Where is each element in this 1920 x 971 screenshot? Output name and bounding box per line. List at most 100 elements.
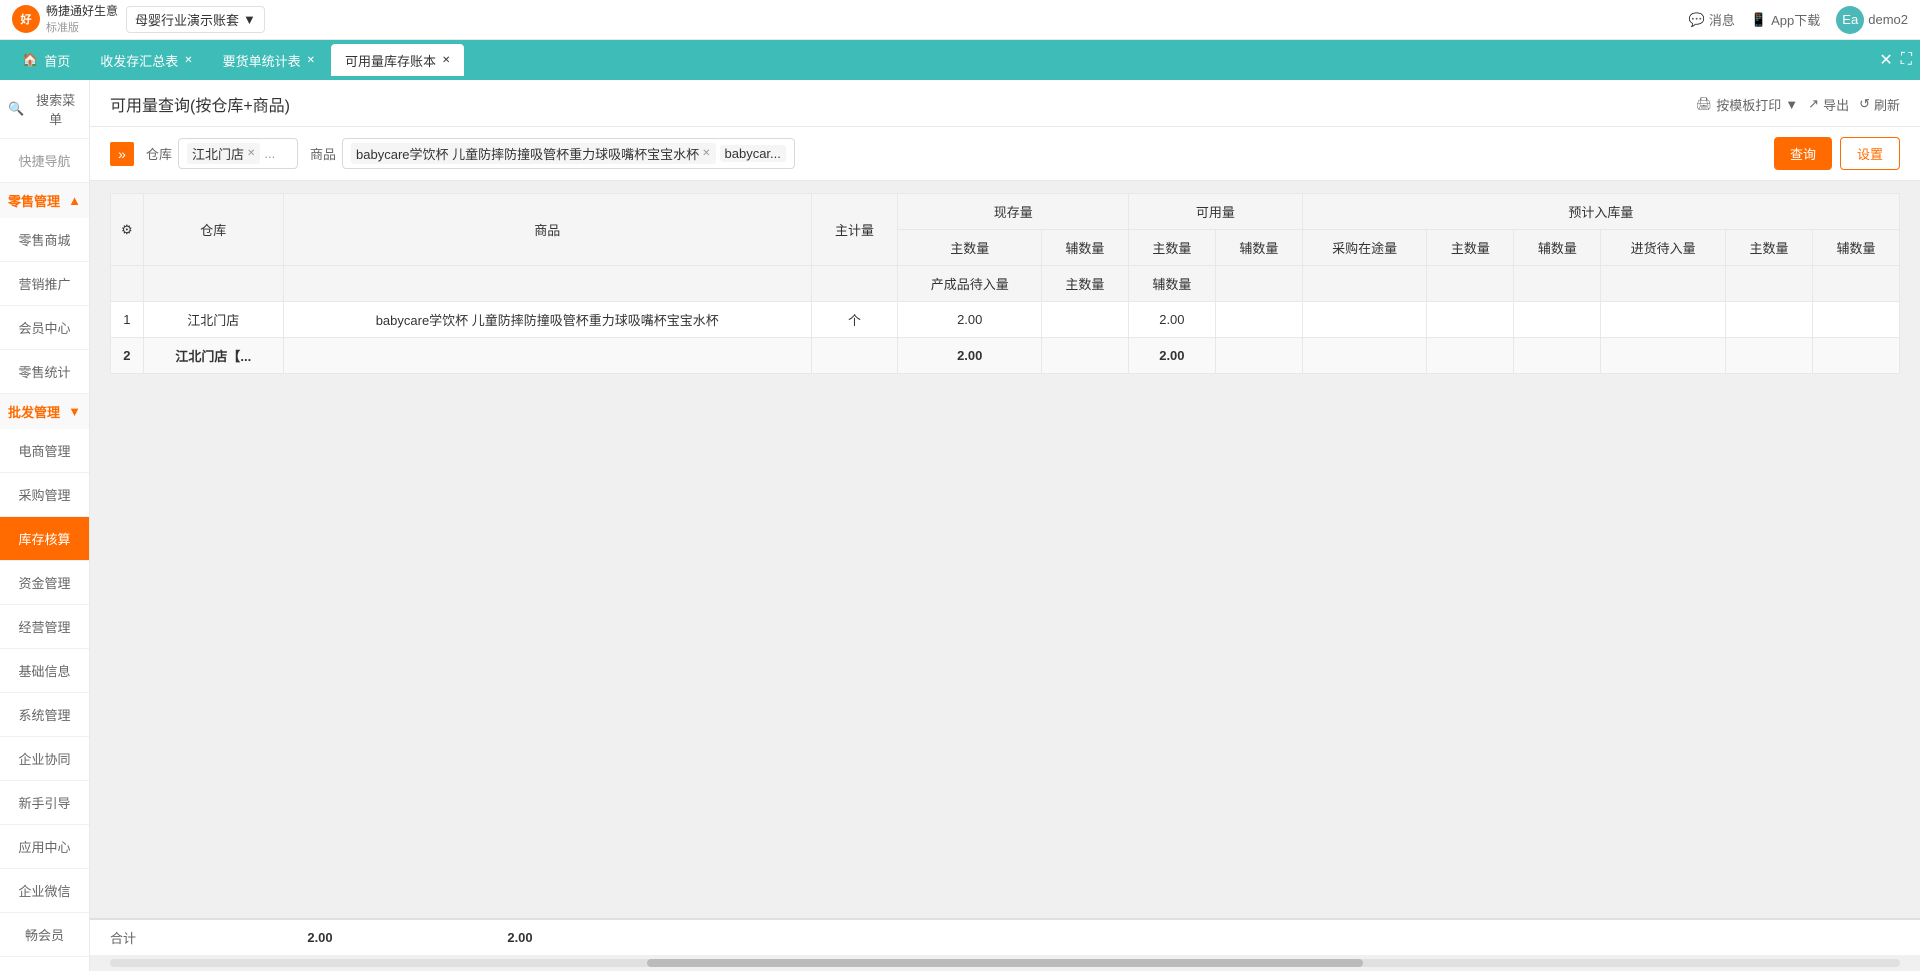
cell-product-1: babycare学饮杯 儿童防摔防撞吸管杯重力球吸嘴杯宝宝水杯	[283, 302, 811, 338]
tab-receipts[interactable]: 收发存汇总表 ✕	[86, 44, 206, 76]
app-download-btn[interactable]: 📱 App下载	[1751, 10, 1820, 29]
sidebar-label-wholesale-mgmt: 批发管理	[8, 402, 60, 421]
action-btns: 查询 设置	[1774, 137, 1900, 170]
sidebar-item-system-mgmt[interactable]: 系统管理	[0, 693, 89, 737]
th-product-sub	[283, 266, 811, 302]
print-btn[interactable]: 🖨 按模板打印 ▼	[1696, 95, 1798, 114]
chevron-up-icon: ▲	[68, 193, 81, 208]
horizontal-scrollbar[interactable]	[90, 955, 1920, 971]
th-available: 可用量	[1128, 194, 1302, 230]
sidebar-search[interactable]: 🔍 搜索菜单	[0, 80, 89, 139]
close-all-tabs-btn[interactable]: ✕	[1879, 50, 1892, 70]
sidebar-item-wholesale-mgmt[interactable]: 批发管理 ▼	[0, 394, 89, 429]
page-title: 可用量查询(按仓库+商品)	[110, 92, 290, 116]
tab-inventory-close[interactable]: ✕	[442, 55, 450, 66]
logo-area: 好 畅捷通好生意 标准版	[12, 4, 118, 34]
table-row: 1 江北门店 babycare学饮杯 儿童防摔防撞吸管杯重力球吸嘴杯宝宝水杯 个…	[111, 302, 1900, 338]
refresh-btn[interactable]: ↺ 刷新	[1859, 95, 1900, 114]
th-settings[interactable]: ⚙	[111, 194, 144, 266]
product-input[interactable]: babycare学饮杯 儿童防摔防撞吸管杯重力球吸嘴杯宝宝水杯 ✕ babyca…	[342, 138, 795, 169]
chevron-down-icon-print: ▼	[1785, 97, 1798, 112]
th-avail-aux-qty: 辅数量	[1215, 230, 1302, 266]
product-tag1-remove[interactable]: ✕	[702, 148, 710, 159]
cell-pur-aux-2	[1427, 338, 1514, 374]
sidebar-item-vip[interactable]: 畅会员	[0, 913, 89, 957]
industry-selector[interactable]: 母婴行业演示账套 ▼	[126, 6, 265, 33]
tab-inventory-label: 可用量库存账本	[345, 51, 436, 70]
cell-pur-main-1	[1302, 302, 1427, 338]
sidebar-item-inventory-check[interactable]: 库存核算	[0, 517, 89, 561]
th-purchase-main: 主数量	[1427, 230, 1514, 266]
sidebar-quick-nav[interactable]: 快捷导航	[0, 139, 89, 183]
warehouse-input[interactable]: 江北门店 ✕ ...	[178, 138, 298, 169]
sidebar-item-new-guide[interactable]: 新手引导	[0, 781, 89, 825]
cell-pur-main-2	[1302, 338, 1427, 374]
expand-filter-btn[interactable]: »	[110, 142, 134, 166]
tab-home-label: 首页	[44, 51, 70, 70]
sidebar-item-app-center[interactable]: 应用中心	[0, 825, 89, 869]
cell-arr-main-2	[1514, 338, 1601, 374]
warehouse-more[interactable]: ...	[264, 146, 275, 161]
content-area: 可用量查询(按仓库+商品) 🖨 按模板打印 ▼ ↗ 导出 ↺ 刷新	[90, 80, 1920, 971]
cell-unit-2	[811, 338, 898, 374]
th-empty4	[1514, 266, 1601, 302]
cell-avail-aux-2	[1215, 338, 1302, 374]
sidebar-item-member-center[interactable]: 会员中心	[0, 306, 89, 350]
main-container: 🔍 搜索菜单 快捷导航 零售管理 ▲ 零售商城 营销推广 会员中心 零售统计 批…	[0, 80, 1920, 971]
sidebar-item-finance-mgmt[interactable]: 资金管理	[0, 561, 89, 605]
sidebar-item-purchase-mgmt[interactable]: 采购管理	[0, 473, 89, 517]
tab-home[interactable]: 🏠 首页	[8, 44, 84, 76]
table-footer: 合计 2.00 2.00	[90, 918, 1920, 955]
header-actions: 🖨 按模板打印 ▼ ↗ 导出 ↺ 刷新	[1696, 95, 1900, 114]
sidebar-item-retail-mgmt[interactable]: 零售管理 ▲	[0, 183, 89, 218]
data-table: ⚙ 仓库 商品 主计量 现存量 可用量 预计入库量 主数量 辅数量 主数量 辅数…	[110, 193, 1900, 374]
cell-avail-aux-1	[1215, 302, 1302, 338]
th-empty5	[1601, 266, 1726, 302]
tab-inventory[interactable]: 可用量库存账本 ✕	[331, 44, 464, 76]
th-product-aux: 辅数量	[1128, 266, 1215, 302]
cell-prod-aux-2	[1812, 338, 1899, 374]
sidebar-item-corp-wechat[interactable]: 企业微信	[0, 869, 89, 913]
tab-receipts-close[interactable]: ✕	[184, 55, 192, 66]
scroll-thumb[interactable]	[647, 959, 1363, 967]
top-bar-left: 好 畅捷通好生意 标准版 母婴行业演示账套 ▼	[12, 4, 265, 34]
th-empty3	[1427, 266, 1514, 302]
product-filter-group: 商品 babycare学饮杯 儿童防摔防撞吸管杯重力球吸嘴杯宝宝水杯 ✕ bab…	[310, 138, 795, 169]
th-current-aux-qty: 辅数量	[1041, 230, 1128, 266]
message-btn[interactable]: 💬 消息	[1689, 10, 1735, 29]
search-icon: 🔍	[8, 101, 24, 117]
export-btn[interactable]: ↗ 导出	[1808, 95, 1849, 114]
fullscreen-btn[interactable]: ⛶	[1901, 51, 1912, 69]
footer-current-main: 2.00	[270, 930, 370, 945]
sidebar-item-retail-stats[interactable]: 零售统计	[0, 350, 89, 394]
table-container: ⚙ 仓库 商品 主计量 现存量 可用量 预计入库量 主数量 辅数量 主数量 辅数…	[90, 181, 1920, 918]
th-avail-main-qty: 主数量	[1128, 230, 1215, 266]
th-planned-incoming: 预计入库量	[1302, 194, 1899, 230]
settings-button[interactable]: 设置	[1840, 137, 1900, 170]
th-unit-sub	[811, 266, 898, 302]
user-menu[interactable]: Ea demo2	[1836, 6, 1908, 34]
query-button[interactable]: 查询	[1774, 137, 1832, 170]
app-icon: 📱	[1751, 12, 1767, 28]
sidebar-item-corp-collab[interactable]: 企业协同	[0, 737, 89, 781]
sidebar-label-retail-mgmt: 零售管理	[8, 191, 60, 210]
nav-tabs: 🏠 首页 收发存汇总表 ✕ 要货单统计表 ✕ 可用量库存账本 ✕ ✕ ⛶	[0, 40, 1920, 80]
page-title-row: 可用量查询(按仓库+商品) 🖨 按模板打印 ▼ ↗ 导出 ↺ 刷新	[110, 92, 1900, 116]
nav-tabs-right: ✕ ⛶	[1879, 50, 1912, 70]
th-warehouse: 仓库	[143, 194, 283, 266]
th-index-sub	[111, 266, 144, 302]
sidebar-item-retail-shop[interactable]: 零售商城	[0, 218, 89, 262]
sidebar-item-ecom-mgmt[interactable]: 电商管理	[0, 429, 89, 473]
sidebar-item-basic-info[interactable]: 基础信息	[0, 649, 89, 693]
page-header: 可用量查询(按仓库+商品) 🖨 按模板打印 ▼ ↗ 导出 ↺ 刷新	[90, 80, 1920, 127]
tab-orders[interactable]: 要货单统计表 ✕	[209, 44, 329, 76]
cell-avail-main-2: 2.00	[1128, 338, 1215, 374]
warehouse-tag-remove[interactable]: ✕	[247, 148, 255, 159]
cell-product-2	[283, 338, 811, 374]
sidebar-item-marketing[interactable]: 营销推广	[0, 262, 89, 306]
tab-orders-close[interactable]: ✕	[307, 55, 315, 66]
cell-prod-main-2	[1725, 338, 1812, 374]
sidebar-item-ops-mgmt[interactable]: 经营管理	[0, 605, 89, 649]
cell-arr-aux-2	[1601, 338, 1726, 374]
product-tag2: babycar...	[720, 145, 786, 162]
